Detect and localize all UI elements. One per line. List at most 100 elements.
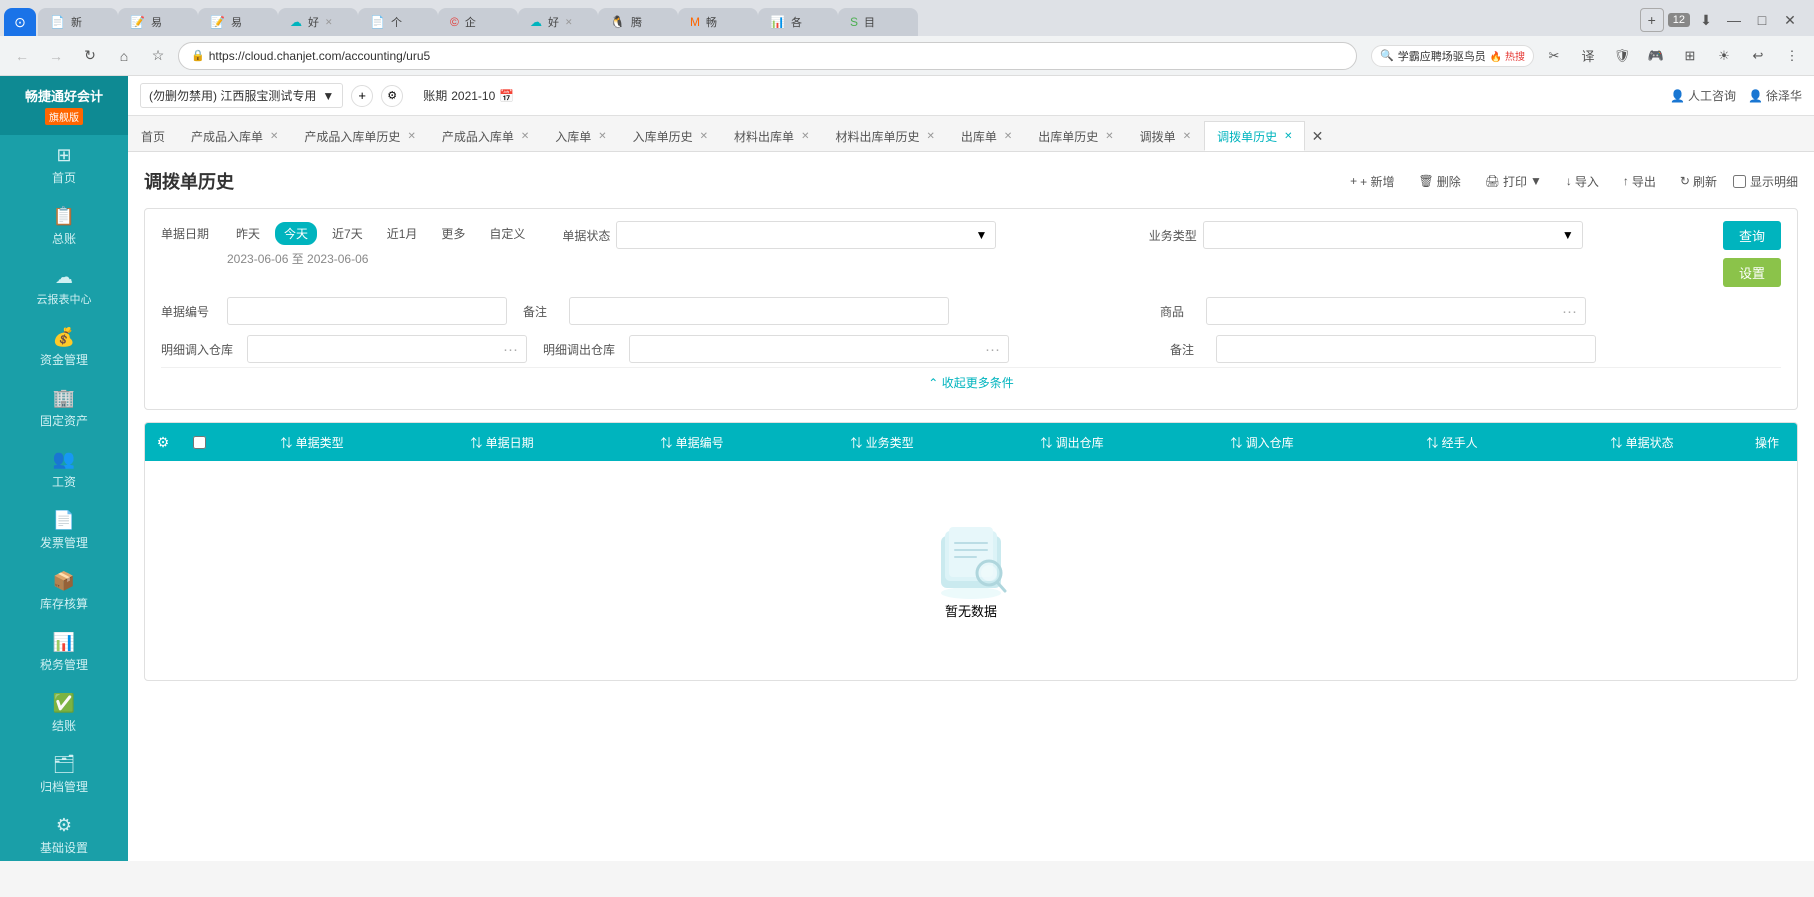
browser-tab-10[interactable]: 📊各 (758, 8, 838, 36)
search-bar[interactable]: 🔍 学霸应聘场驱鸟员 🔥 热搜 (1371, 45, 1534, 67)
date-btn-yesterday[interactable]: 昨天 (227, 221, 269, 246)
tab-downloads[interactable]: ⬇ (1694, 8, 1718, 32)
biz-select[interactable]: ▼ (1203, 221, 1583, 249)
tab-trh-close[interactable]: ✕ (1284, 131, 1292, 142)
detail-in-select[interactable]: ··· (247, 335, 527, 363)
browser-tab-11[interactable]: S目 (838, 8, 918, 36)
tab-close-window[interactable]: ✕ (1778, 8, 1802, 32)
tab-transfer-history[interactable]: 调拨单历史✕ (1204, 121, 1305, 151)
browser-tab-8[interactable]: 🐧腾 (598, 8, 678, 36)
menu-btn[interactable]: ⋮ (1778, 42, 1806, 70)
browser-tab-3[interactable]: 📝易 (198, 8, 278, 36)
remarks-input[interactable] (569, 297, 949, 325)
tab-pi-close[interactable]: ✕ (270, 131, 278, 142)
add-company-btn[interactable]: + (351, 85, 373, 107)
brightness-btn[interactable]: ☀ (1710, 42, 1738, 70)
tab-transfer[interactable]: 调拨单✕ (1127, 121, 1204, 151)
browser-tab-9[interactable]: M畅 (678, 8, 758, 36)
sidebar-item-settle[interactable]: ✅ 结账 (0, 683, 128, 744)
tab-maximize[interactable]: □ (1750, 8, 1774, 32)
tab-inbound-history[interactable]: 入库单历史✕ (620, 121, 721, 151)
sidebar-item-fixed-asset[interactable]: 🏢 固定资产 (0, 378, 128, 439)
th-checkbox[interactable] (181, 436, 217, 449)
sidebar-item-settings[interactable]: ⚙ 基础设置 (0, 805, 128, 861)
tab-outbound-history[interactable]: 出库单历史✕ (1025, 121, 1126, 151)
status-select[interactable]: ▼ (616, 221, 996, 249)
th-doc-status[interactable]: ⇅ 单据状态 (1547, 434, 1737, 451)
tab-moh-close[interactable]: ✕ (926, 131, 934, 142)
tab-outbound[interactable]: 出库单✕ (948, 121, 1025, 151)
tab-in-close[interactable]: ✕ (598, 131, 606, 142)
browser-tab-1[interactable]: 📄新 (38, 8, 118, 36)
select-all-checkbox[interactable] (193, 436, 206, 449)
date-btn-7days[interactable]: 近7天 (323, 221, 372, 246)
browser-logo-tab[interactable]: ⊙ (4, 8, 36, 36)
display-toggle[interactable]: 显示明细 (1733, 173, 1798, 190)
bookmark-btn[interactable]: ☆ (144, 42, 172, 70)
th-settings[interactable]: ⚙ (145, 434, 181, 451)
date-btn-today[interactable]: 今天 (275, 222, 317, 245)
consultant-btn[interactable]: 👤 人工咨询 (1670, 87, 1736, 104)
tab-pih-close[interactable]: ✕ (407, 131, 415, 142)
game-btn[interactable]: 🎮 (1642, 42, 1670, 70)
tab-minimize[interactable]: — (1722, 8, 1746, 32)
display-checkbox[interactable] (1733, 175, 1746, 188)
remarks2-input[interactable] (1216, 335, 1596, 363)
th-transfer-in[interactable]: ⇅ 调入仓库 (1167, 434, 1357, 451)
new-btn[interactable]: + + 新增 (1342, 169, 1402, 194)
tab-tr-close[interactable]: ✕ (1183, 131, 1191, 142)
tab-home[interactable]: 首页 (128, 121, 178, 151)
tab-inbound[interactable]: 入库单✕ (542, 121, 619, 151)
sidebar-item-archive[interactable]: 🗂 归档管理 (0, 744, 128, 805)
th-doc-number[interactable]: ⇅ 单据编号 (597, 434, 787, 451)
translate-btn[interactable]: 译 (1574, 42, 1602, 70)
grid-btn[interactable]: ⊞ (1676, 42, 1704, 70)
export-btn[interactable]: ↑ 导出 (1615, 169, 1664, 194)
tab-mo-close[interactable]: ✕ (801, 131, 809, 142)
sidebar-item-tax[interactable]: 📊 税务管理 (0, 622, 128, 683)
browser-tab-7[interactable]: ☁好✕ (518, 8, 598, 36)
browser-tab-6[interactable]: ©企 (438, 8, 518, 36)
import-btn[interactable]: ↓ 导入 (1558, 169, 1607, 194)
sidebar-item-inventory[interactable]: 📦 库存核算 (0, 561, 128, 622)
tab-inh-close[interactable]: ✕ (700, 131, 708, 142)
tab-pi2-close[interactable]: ✕ (521, 131, 529, 142)
filter-collapse-btn[interactable]: ⌃ 收起更多条件 (161, 367, 1781, 397)
browser-tab-4[interactable]: ☁好✕ (278, 8, 358, 36)
sidebar-item-capital[interactable]: 💰 资金管理 (0, 317, 128, 378)
browser-tab-2[interactable]: 📝易 (118, 8, 198, 36)
tab-material-outbound-history[interactable]: 材料出库单历史✕ (822, 121, 947, 151)
user-btn[interactable]: 👤 徐泽华 (1748, 87, 1802, 104)
delete-btn[interactable]: 🗑 删除 (1410, 169, 1468, 194)
settings-company-btn[interactable]: ⚙ (381, 85, 403, 107)
tab-material-outbound[interactable]: 材料出库单✕ (721, 121, 822, 151)
back-btn[interactable]: ← (8, 42, 36, 70)
undo-btn[interactable]: ↩ (1744, 42, 1772, 70)
tab-product-inbound[interactable]: 产成品入库单✕ (178, 121, 291, 151)
sidebar-item-ledger[interactable]: 📋 总账 (0, 196, 128, 257)
th-handler[interactable]: ⇅ 经手人 (1357, 434, 1547, 451)
close-all-tabs-btn[interactable]: ✕ (1305, 121, 1329, 151)
goods-select[interactable]: ··· (1206, 297, 1586, 325)
sidebar-item-cloud-report[interactable]: ☁ 云报表中心 (0, 257, 128, 317)
refresh-browser-btn[interactable]: ↻ (76, 42, 104, 70)
th-doc-type[interactable]: ⇅ 单据类型 (217, 434, 407, 451)
new-tab-btn[interactable]: + (1640, 8, 1664, 32)
address-bar[interactable]: 🔒 https://cloud.chanjet.com/accounting/u… (178, 42, 1357, 70)
tab-out-close[interactable]: ✕ (1004, 131, 1012, 142)
browser-tab-5[interactable]: 📄个 (358, 8, 438, 36)
detail-out-select[interactable]: ··· (629, 335, 1009, 363)
forward-btn[interactable]: → (42, 42, 70, 70)
docno-input[interactable] (227, 297, 507, 325)
tab-outh-close[interactable]: ✕ (1105, 131, 1113, 142)
company-selector[interactable]: (勿删勿禁用) 江西服宝测试专用 ▼ (140, 83, 343, 108)
th-biz-type[interactable]: ⇅ 业务类型 (787, 434, 977, 451)
date-btn-custom[interactable]: 自定义 (480, 221, 534, 246)
home-browser-btn[interactable]: ⌂ (110, 42, 138, 70)
shield-btn[interactable]: 🛡 (1608, 42, 1636, 70)
setting-btn[interactable]: 设置 (1723, 258, 1781, 287)
tab-product-inbound-history[interactable]: 产成品入库单历史✕ (291, 121, 428, 151)
th-doc-date[interactable]: ⇅ 单据日期 (407, 434, 597, 451)
print-btn[interactable]: 🖨 打印 ▼ (1477, 169, 1550, 194)
query-btn[interactable]: 查询 (1723, 221, 1781, 250)
